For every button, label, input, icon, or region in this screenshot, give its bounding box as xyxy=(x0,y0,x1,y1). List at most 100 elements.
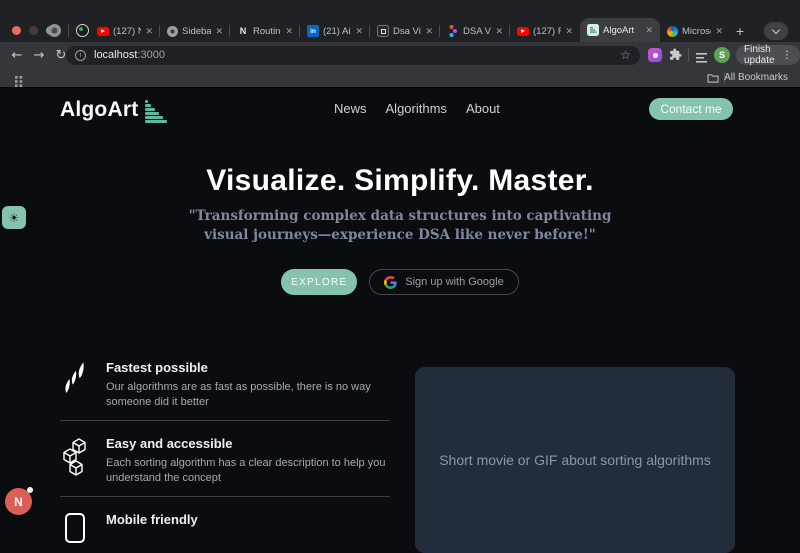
tab-title: Microsoft xyxy=(682,25,711,37)
site-favicon xyxy=(167,25,178,37)
browser-menu-icon[interactable]: ⋮ xyxy=(782,50,792,61)
folder-icon xyxy=(707,73,719,83)
browser-profile-avatar[interactable]: S xyxy=(714,47,730,63)
extensions-puzzle-icon[interactable] xyxy=(669,48,682,66)
divider xyxy=(68,24,69,37)
tab-title: (127) Full xyxy=(533,25,562,37)
tab-title: (21) Aisha xyxy=(323,25,351,37)
feature-easy: Easy and accessible Each sorting algorit… xyxy=(60,433,390,496)
features-list: Fastest possible Our algorithms are as f… xyxy=(60,357,390,553)
youtube-favicon xyxy=(97,26,109,36)
tab-dsa-visual[interactable]: Dsa Visual ✕ xyxy=(370,20,440,42)
feature-text: Fastest possible Our algorithms are as f… xyxy=(106,359,390,410)
tab-microsoft[interactable]: Microsoft ✕ xyxy=(660,20,730,42)
site-logo[interactable]: AlgoArt xyxy=(60,97,168,123)
all-bookmarks-button[interactable]: All Bookmarks xyxy=(707,72,788,83)
microsoft-favicon xyxy=(667,25,678,37)
hero-buttons: EXPLORE Sign up with Google xyxy=(0,269,800,295)
theme-toggle-button[interactable]: ☀ xyxy=(2,206,26,229)
tab-routing[interactable]: N Routing: L ✕ xyxy=(230,20,300,42)
finish-update-label: Finish update xyxy=(744,44,775,66)
tab-title: Sidebar M xyxy=(182,25,212,37)
reading-list-icon[interactable] xyxy=(696,50,708,68)
close-tab-icon[interactable]: ✕ xyxy=(145,26,153,36)
nav-link-about[interactable]: About xyxy=(466,101,500,116)
tab-strip: (127) Nigh ✕ Sidebar M ✕ N Routing: L ✕ … xyxy=(90,18,750,42)
tab-sidebar[interactable]: Sidebar M ✕ xyxy=(160,20,230,42)
tab-title: AlgoArt xyxy=(603,24,635,36)
extension-purple-icon[interactable] xyxy=(648,48,662,62)
notification-dot xyxy=(27,487,33,493)
close-tab-icon[interactable]: ✕ xyxy=(565,26,573,36)
tab-youtube-2[interactable]: (127) Full ✕ xyxy=(510,20,580,42)
all-bookmarks-label: All Bookmarks xyxy=(724,72,788,83)
close-tab-icon[interactable]: ✕ xyxy=(355,26,363,36)
app-favicon xyxy=(377,25,389,37)
feature-desc: Our algorithms are as fast as possible, … xyxy=(106,381,371,408)
tab-algoart-active[interactable]: AlgoArt ✕ xyxy=(580,18,660,42)
bookmark-star-icon[interactable]: ☆ xyxy=(620,48,631,62)
close-window-button[interactable] xyxy=(12,26,21,35)
explore-button[interactable]: EXPLORE xyxy=(281,269,358,295)
divider xyxy=(60,496,390,497)
feature-text: Mobile friendly xyxy=(106,511,198,543)
cubes-icon xyxy=(60,435,90,486)
algoart-favicon xyxy=(587,24,599,36)
address-bar[interactable]: i localhost:3000 ☆ xyxy=(66,45,640,65)
site-info-icon[interactable]: i xyxy=(75,49,86,61)
feature-text: Easy and accessible Each sorting algorit… xyxy=(106,435,390,486)
close-tab-icon[interactable]: ✕ xyxy=(715,26,723,36)
close-tab-icon[interactable]: ✕ xyxy=(285,26,293,36)
feature-mobile: Mobile friendly xyxy=(60,509,390,553)
forward-button[interactable]: → xyxy=(30,46,48,64)
close-tab-icon[interactable]: ✕ xyxy=(425,26,433,36)
bookmarks-bar xyxy=(0,68,800,88)
close-tab-icon[interactable]: ✕ xyxy=(495,26,503,36)
tab-figma[interactable]: DSA Visau ✕ xyxy=(440,20,510,42)
titlebar-icons xyxy=(48,24,89,37)
notion-favicon: N xyxy=(239,26,247,36)
tab-title: DSA Visau xyxy=(463,25,491,37)
flame-icon xyxy=(60,359,90,410)
figma-favicon xyxy=(447,25,459,37)
google-signup-button[interactable]: Sign up with Google xyxy=(369,269,519,295)
chevron-down-icon xyxy=(771,25,781,34)
tab-title: Routing: L xyxy=(253,25,281,37)
contact-me-button[interactable]: Contact me xyxy=(649,98,733,120)
media-placeholder-text: Short movie or GIF about sorting algorit… xyxy=(439,452,711,468)
url-text[interactable]: localhost:3000 xyxy=(94,49,165,61)
feature-desc: Each sorting algorithm has a clear descr… xyxy=(106,457,386,484)
sun-icon: ☀ xyxy=(8,210,20,225)
browser-badge-icon[interactable] xyxy=(76,24,89,37)
back-button[interactable]: ← xyxy=(8,46,26,64)
tab-title: Dsa Visual xyxy=(393,25,421,37)
hero-title: Visualize. Simplify. Master. xyxy=(206,164,594,197)
google-signup-label: Sign up with Google xyxy=(405,276,504,288)
tab-linkedin[interactable]: in (21) Aisha ✕ xyxy=(300,20,370,42)
divider xyxy=(60,420,390,421)
bar-chart-logo-icon xyxy=(145,97,168,123)
phone-icon xyxy=(60,511,90,543)
media-placeholder-panel: Short movie or GIF about sorting algorit… xyxy=(415,367,735,553)
url-port: :3000 xyxy=(137,49,165,61)
url-host: localhost xyxy=(94,49,138,61)
new-tab-button[interactable]: + xyxy=(730,20,750,42)
minimize-window-button[interactable] xyxy=(29,26,38,35)
close-tab-icon[interactable]: ✕ xyxy=(215,26,223,36)
profile-circle-icon[interactable] xyxy=(48,24,61,37)
nav-link-news[interactable]: News xyxy=(334,101,367,116)
finish-update-button[interactable]: Finish update ⋮ xyxy=(736,44,800,66)
nav-link-algorithms[interactable]: Algorithms xyxy=(386,101,447,116)
tab-youtube-1[interactable]: (127) Nigh ✕ xyxy=(90,20,160,42)
tab-title: (127) Nigh xyxy=(113,25,142,37)
browser-titlebar: (127) Nigh ✕ Sidebar M ✕ N Routing: L ✕ … xyxy=(0,0,800,42)
feature-title: Easy and accessible xyxy=(106,436,233,451)
tab-search-button[interactable] xyxy=(764,22,788,40)
google-g-icon xyxy=(384,275,397,289)
site-logo-text: AlgoArt xyxy=(60,97,139,121)
divider xyxy=(688,48,689,62)
linkedin-favicon: in xyxy=(307,25,319,37)
youtube-favicon xyxy=(517,26,529,36)
feature-title: Fastest possible xyxy=(106,360,208,375)
close-tab-icon[interactable]: ✕ xyxy=(645,25,653,35)
